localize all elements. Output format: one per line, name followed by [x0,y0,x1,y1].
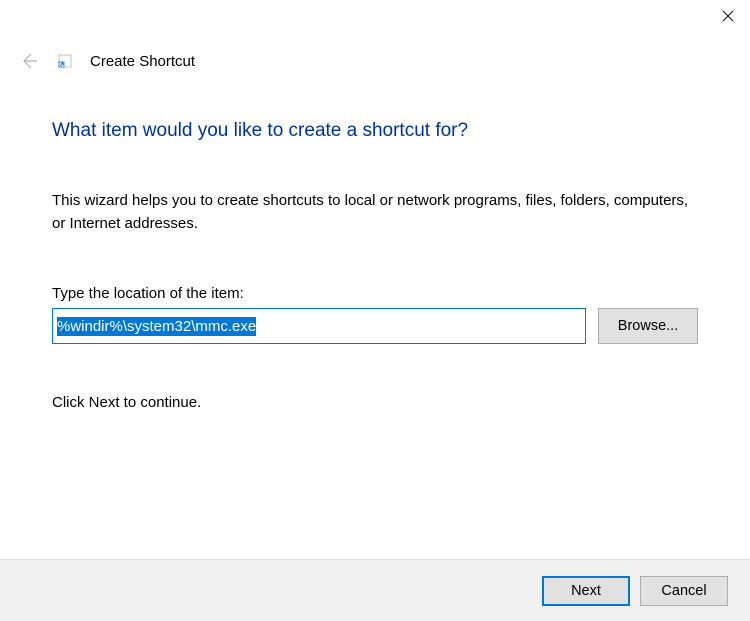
back-button [18,50,40,72]
cancel-button[interactable]: Cancel [640,576,728,606]
location-input-row: %windir%\system32\mmc.exe Browse... [52,308,698,344]
wizard-content: What item would you like to create a sho… [0,72,750,411]
shortcut-icon [58,54,72,68]
wizard-footer: Next Cancel [0,559,750,621]
browse-button[interactable]: Browse... [598,308,698,344]
wizard-header: Create Shortcut [0,32,750,72]
wizard-title: Create Shortcut [90,53,195,70]
titlebar [0,0,750,32]
location-input-value: %windir%\system32\mmc.exe [57,317,256,336]
close-button[interactable] [720,8,736,24]
location-label: Type the location of the item: [52,285,698,302]
continue-hint: Click Next to continue. [52,394,698,411]
close-icon [722,10,734,22]
description-text: This wizard helps you to create shortcut… [52,190,698,235]
next-button[interactable]: Next [542,576,630,606]
back-arrow-icon [19,51,39,71]
main-heading: What item would you like to create a sho… [52,120,698,142]
location-input[interactable]: %windir%\system32\mmc.exe [52,308,586,344]
